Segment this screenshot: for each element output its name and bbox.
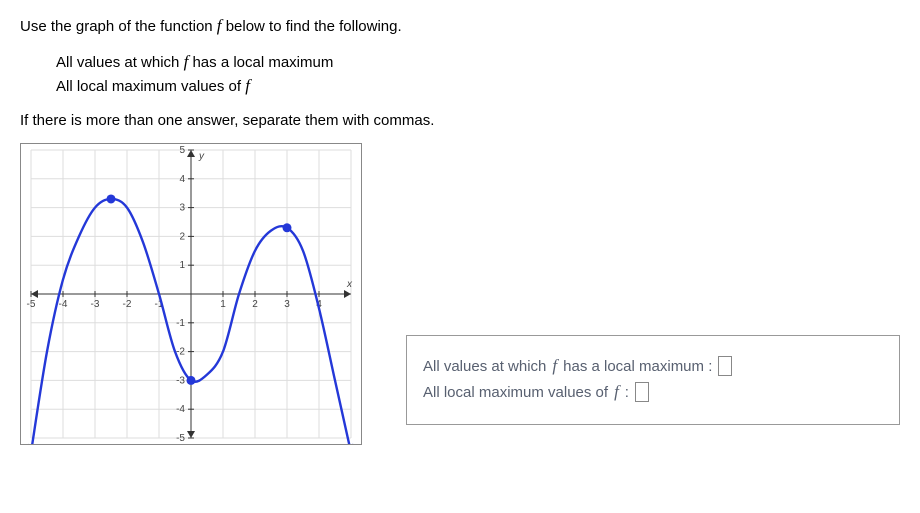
content-row: -5-4-3-2-11234-5-4-3-2-112345yx All valu… [20, 135, 900, 445]
svg-text:1: 1 [220, 299, 226, 310]
page: Use the graph of the function f below to… [0, 0, 920, 459]
answer2-f: f [614, 382, 619, 402]
svg-text:-1: -1 [176, 318, 185, 329]
svg-text:-3: -3 [176, 375, 185, 386]
prompt-intro-post: below to find the following. [222, 18, 402, 35]
answer2-post: : [625, 384, 629, 401]
svg-text:x: x [346, 279, 353, 290]
svg-text:-3: -3 [91, 299, 100, 310]
answer1-input[interactable] [718, 356, 732, 376]
answer1-post: has a local maximum : [563, 358, 712, 375]
svg-text:-2: -2 [123, 299, 132, 310]
svg-text:2: 2 [252, 299, 258, 310]
svg-text:y: y [198, 151, 205, 162]
answer-line-1: All values at which f has a local maximu… [423, 356, 883, 376]
svg-text:-5: -5 [176, 433, 185, 444]
bullet2-f: f [245, 76, 250, 95]
svg-text:1: 1 [179, 260, 185, 271]
bullet2-pre: All local maximum values of [56, 78, 245, 95]
graph-svg: -5-4-3-2-11234-5-4-3-2-112345yx [21, 144, 361, 444]
answer2-input[interactable] [635, 382, 649, 402]
bullet1-pre: All values at which [56, 54, 184, 71]
answer1-f: f [552, 356, 557, 376]
svg-text:-4: -4 [176, 404, 185, 415]
graph: -5-4-3-2-11234-5-4-3-2-112345yx [20, 143, 362, 445]
answer1-pre: All values at which [423, 358, 546, 375]
answer-line-2: All local maximum values of f : [423, 382, 883, 402]
prompt-bullet1: All values at which f has a local maximu… [56, 52, 900, 72]
prompt-intro: Use the graph of the function f below to… [20, 16, 900, 36]
prompt-intro-pre: Use the graph of the function [20, 18, 217, 35]
svg-text:-4: -4 [59, 299, 68, 310]
svg-text:3: 3 [179, 203, 185, 214]
answer2-pre: All local maximum values of [423, 384, 608, 401]
svg-text:-5: -5 [27, 299, 36, 310]
svg-text:4: 4 [179, 174, 185, 185]
svg-text:5: 5 [179, 145, 185, 156]
svg-text:2: 2 [179, 231, 185, 242]
bullet1-post: has a local maximum [188, 54, 333, 71]
prompt-separator: If there is more than one answer, separa… [20, 112, 900, 129]
answer-box: All values at which f has a local maximu… [406, 335, 900, 425]
prompt-bullet2: All local maximum values of f [56, 76, 900, 96]
svg-text:3: 3 [284, 299, 290, 310]
